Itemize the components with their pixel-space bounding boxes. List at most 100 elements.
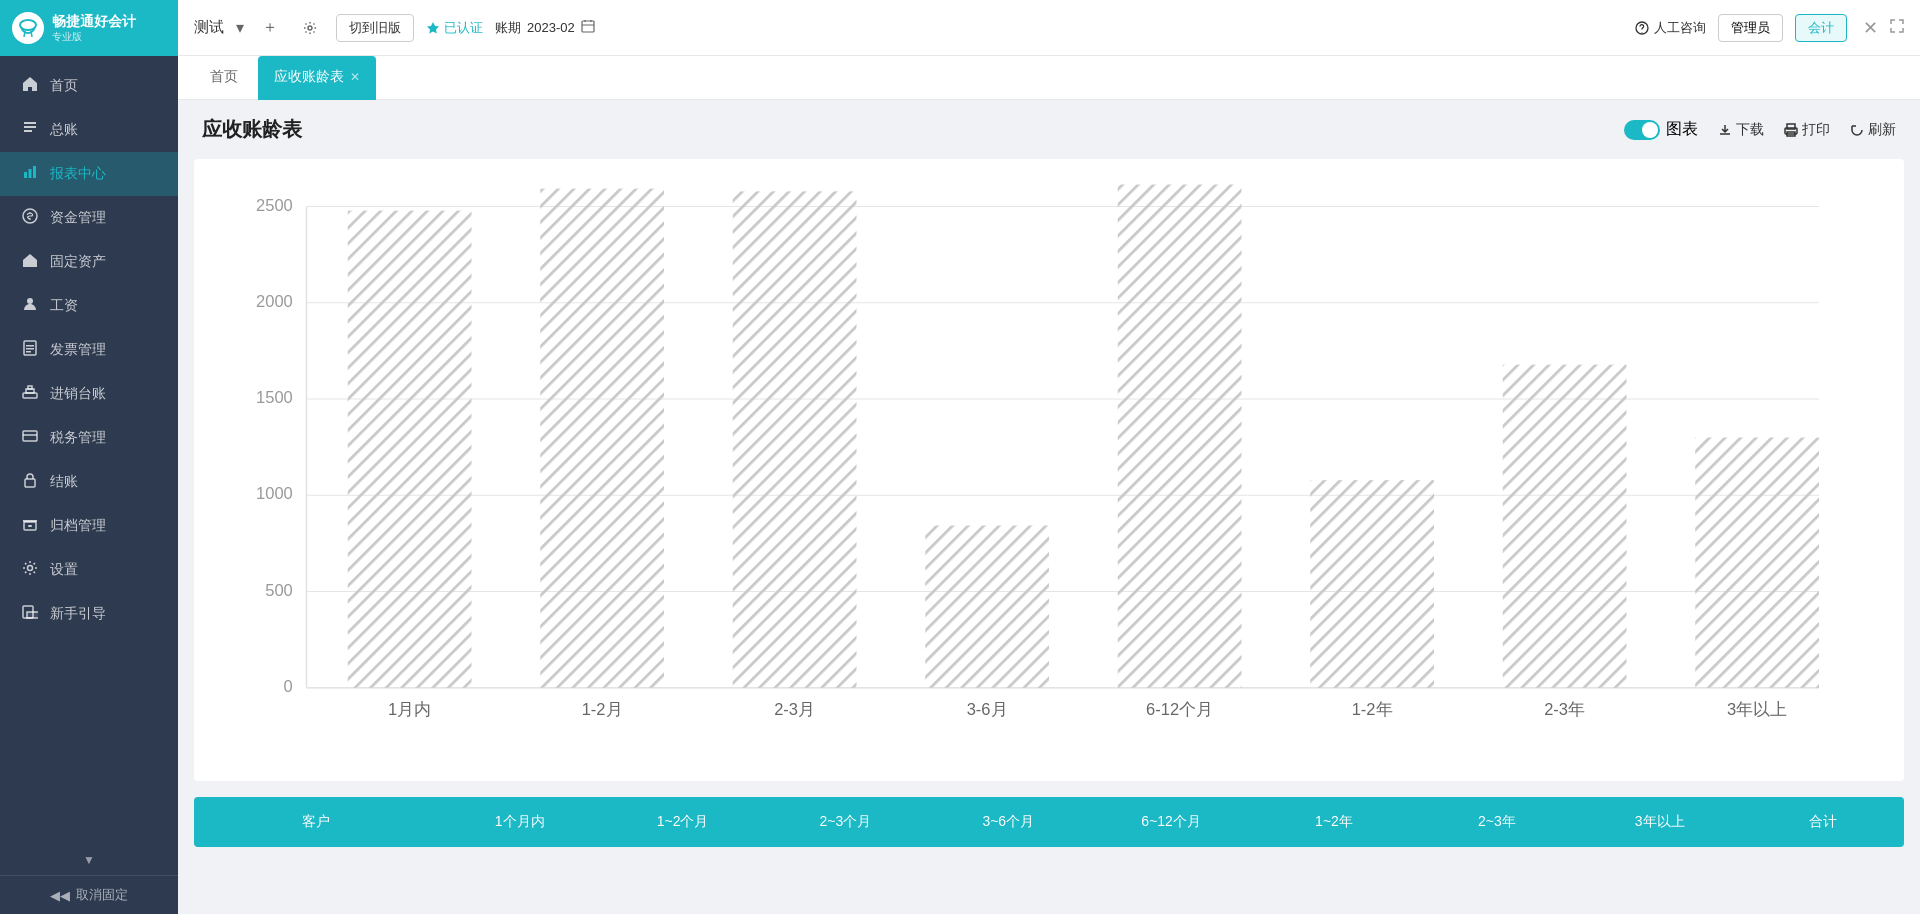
svg-text:1月内: 1月内	[388, 700, 431, 718]
svg-text:1000: 1000	[256, 484, 293, 502]
bar-6-12月	[1118, 185, 1242, 688]
th-1-2month: 1~2个月	[601, 797, 764, 847]
th-customer: 客户	[194, 797, 438, 847]
sidebar-scroll-down[interactable]: ▼	[0, 845, 178, 875]
tab-close-button[interactable]: ✕	[350, 70, 360, 84]
payroll-icon	[20, 296, 40, 316]
sidebar-item-home[interactable]: 首页	[0, 64, 178, 108]
table-header: 客户 1个月内 1~2个月 2~3个月 3~6个月 6~12个月 1~2年 2~…	[194, 797, 1904, 847]
download-button[interactable]: 下载	[1718, 121, 1764, 139]
sidebar-item-assets[interactable]: 固定资产	[0, 240, 178, 284]
svg-text:2-3月: 2-3月	[774, 700, 815, 718]
assets-icon	[20, 252, 40, 272]
sidebar-item-inventory[interactable]: 进销台账	[0, 372, 178, 416]
svg-rect-5	[29, 169, 32, 178]
sidebar-item-closing[interactable]: 结账	[0, 460, 178, 504]
tab-home[interactable]: 首页	[194, 56, 254, 100]
print-button[interactable]: 打印	[1784, 121, 1830, 139]
toggle-label: 图表	[1666, 119, 1698, 140]
sidebar-logo: 畅捷通好会计 专业版	[0, 0, 178, 56]
topbar-settings-button[interactable]	[296, 14, 324, 42]
calendar-icon[interactable]	[581, 19, 595, 36]
cancel-fixed-icon: ◀◀	[50, 888, 70, 903]
bar-2-3月	[733, 191, 857, 687]
settings-icon	[20, 560, 40, 580]
svg-rect-8	[23, 260, 37, 267]
sidebar-item-reports[interactable]: 报表中心	[0, 152, 178, 196]
svg-text:3-6月: 3-6月	[967, 700, 1008, 718]
sidebar-item-tax[interactable]: 税务管理	[0, 416, 178, 460]
sidebar-nav: 首页 总账 报表中心 资金管理 固定资产	[0, 56, 178, 845]
th-2-3year: 2~3年	[1415, 797, 1578, 847]
sidebar-item-ledger[interactable]: 总账	[0, 108, 178, 152]
svg-point-25	[308, 26, 312, 30]
svg-rect-17	[28, 386, 32, 389]
chart-toggle[interactable]: 图表	[1624, 119, 1698, 140]
topbar-close-button[interactable]: ✕	[1863, 17, 1878, 39]
th-3-6month: 3~6个月	[927, 797, 1090, 847]
sidebar: 畅捷通好会计 专业版 首页 总账 报表中心 资金管理	[0, 0, 178, 914]
bar-1-2月	[540, 189, 664, 688]
svg-rect-13	[26, 348, 34, 350]
tax-icon	[20, 428, 40, 448]
sidebar-item-funds[interactable]: 资金管理	[0, 196, 178, 240]
accounting-period: 账期 2023-02	[495, 19, 595, 37]
table-container: 客户 1个月内 1~2个月 2~3个月 3~6个月 6~12个月 1~2年 2~…	[194, 797, 1904, 847]
th-1-2year: 1~2年	[1253, 797, 1416, 847]
svg-text:1500: 1500	[256, 388, 293, 406]
svg-rect-1	[24, 122, 36, 124]
svg-text:0: 0	[284, 677, 293, 695]
svg-text:2500: 2500	[256, 196, 293, 214]
svg-rect-3	[24, 130, 32, 132]
svg-text:1-2年: 1-2年	[1352, 700, 1393, 718]
svg-rect-14	[26, 351, 31, 353]
manager-button[interactable]: 管理员	[1718, 14, 1783, 42]
topbar-fullscreen-button[interactable]	[1890, 19, 1904, 37]
th-6-12month: 6~12个月	[1090, 797, 1253, 847]
inventory-icon	[20, 384, 40, 404]
svg-point-23	[28, 566, 33, 571]
sidebar-item-payroll[interactable]: 工资	[0, 284, 178, 328]
cancel-fixed-button[interactable]: ◀◀ 取消固定	[0, 875, 178, 914]
refresh-button[interactable]: 刷新	[1850, 121, 1896, 139]
logo-icon	[12, 12, 44, 44]
svg-rect-18	[23, 431, 37, 441]
bar-1-2年	[1310, 480, 1434, 688]
svg-text:2000: 2000	[256, 292, 293, 310]
ledger-icon	[20, 120, 40, 140]
svg-rect-26	[582, 21, 594, 32]
sidebar-item-invoice[interactable]: 发票管理	[0, 328, 178, 372]
topbar-add-button[interactable]: ＋	[256, 14, 284, 42]
accountant-button[interactable]: 会计	[1795, 14, 1847, 42]
tab-bar: 首页 应收账龄表 ✕	[178, 56, 1920, 100]
sidebar-item-archive[interactable]: 归档管理	[0, 504, 178, 548]
sidebar-item-guide[interactable]: 新手引导	[0, 592, 178, 636]
tab-aging-report[interactable]: 应收账龄表 ✕	[258, 56, 376, 100]
consult-button[interactable]: 人工咨询	[1634, 19, 1706, 37]
toggle-switch[interactable]	[1624, 120, 1660, 140]
main-content: 测试 ▾ ＋ 切到旧版 已认证 账期 2023-02 人工咨询 管理员 会计 ✕	[178, 0, 1920, 914]
certified-badge: 已认证	[426, 19, 483, 37]
svg-text:3年以上: 3年以上	[1727, 700, 1787, 718]
bar-1月内	[348, 211, 472, 688]
svg-text:1-2月: 1-2月	[582, 700, 623, 718]
report-title: 应收账龄表	[202, 116, 302, 143]
svg-marker-9	[23, 254, 37, 260]
topbar-dropdown-arrow[interactable]: ▾	[236, 18, 244, 37]
switch-old-version-button[interactable]: 切到旧版	[336, 14, 414, 42]
th-2-3month: 2~3个月	[764, 797, 927, 847]
topbar-module-title: 测试	[194, 18, 224, 37]
bar-3年以上	[1695, 438, 1819, 688]
svg-rect-4	[24, 172, 27, 178]
chart-container: 0 500 1000 1500 2000 2500 1月内 1-2月	[194, 159, 1904, 781]
svg-text:500: 500	[265, 581, 293, 599]
svg-rect-19	[25, 479, 35, 487]
bar-2-3年	[1503, 365, 1627, 688]
guide-icon	[20, 604, 40, 624]
bar-chart: 0 500 1000 1500 2000 2500 1月内 1-2月	[224, 179, 1874, 757]
sidebar-item-settings[interactable]: 设置	[0, 548, 178, 592]
svg-text:6-12个月: 6-12个月	[1146, 700, 1213, 718]
archive-icon	[20, 516, 40, 536]
svg-rect-6	[33, 166, 36, 178]
page-body: 应收账龄表 图表 下载 打印 刷新	[178, 100, 1920, 914]
